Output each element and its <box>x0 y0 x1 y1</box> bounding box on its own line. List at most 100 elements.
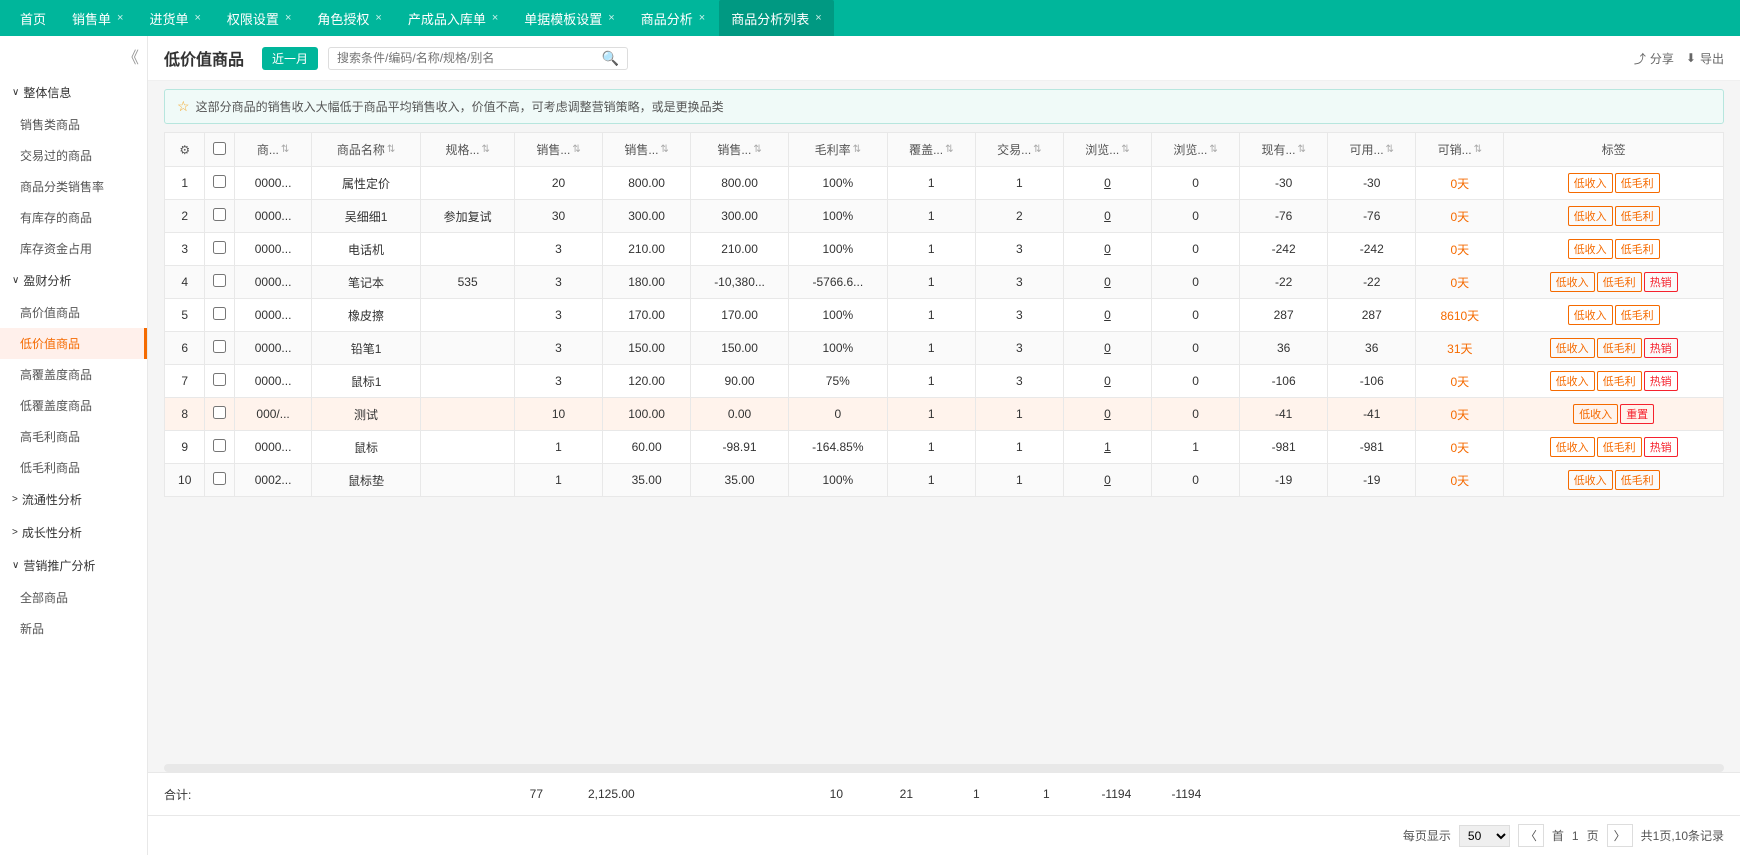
sidebar-section-liquidity: > 流通性分析 <box>0 483 147 516</box>
sidebar-section-title-liquidity[interactable]: > 流通性分析 <box>0 483 147 516</box>
nav-tab-sales[interactable]: 销售单 × <box>60 0 135 36</box>
nav-tab-purchase[interactable]: 进货单 × <box>137 0 212 36</box>
sidebar-item-new-goods[interactable]: 新品 <box>0 613 147 644</box>
row-name: 铅笔1 <box>311 332 421 365</box>
select-all-checkbox[interactable] <box>213 142 226 155</box>
date-filter-button[interactable]: 近一月 <box>262 47 318 70</box>
sidebar-item-low-margin[interactable]: 低毛利商品 <box>0 452 147 483</box>
row-tags: 低收入低毛利 <box>1504 233 1724 266</box>
browse-link[interactable]: 0 <box>1104 341 1111 355</box>
nav-tab-permissions[interactable]: 权限设置 × <box>215 0 303 36</box>
row-checkbox[interactable] <box>213 274 226 287</box>
row-sales-cost: 210.00 <box>691 233 789 266</box>
nav-tab-product-analysis-list[interactable]: 商品分析列表 × <box>719 0 833 36</box>
row-tags: 低收入低毛利 <box>1504 299 1724 332</box>
row-code: 000/... <box>235 398 311 431</box>
share-icon: ⤴ <box>1634 50 1646 67</box>
col-settings[interactable]: ⚙ <box>165 133 205 167</box>
browse-link[interactable]: 1 <box>1104 440 1111 454</box>
sidebar-item-traded-goods[interactable]: 交易过的商品 <box>0 140 147 171</box>
sidebar-item-sales-goods[interactable]: 销售类商品 <box>0 109 147 140</box>
share-button[interactable]: ⤴ 分享 <box>1634 50 1674 67</box>
close-icon[interactable]: × <box>117 12 123 24</box>
sidebar-collapse-button[interactable]: 《 <box>123 44 139 68</box>
browse-link[interactable]: 0 <box>1104 374 1111 388</box>
export-button[interactable]: ⬇ 导出 <box>1686 50 1724 67</box>
sort-icon[interactable]: ⇅ <box>481 144 489 155</box>
sidebar-item-category-rate[interactable]: 商品分类销售率 <box>0 171 147 202</box>
sidebar-section-title-profit[interactable]: ∨ 盈财分析 <box>0 264 147 297</box>
close-icon[interactable]: × <box>699 12 705 24</box>
row-coverage: 1 <box>887 299 975 332</box>
sidebar-item-high-value[interactable]: 高价值商品 <box>0 297 147 328</box>
close-icon[interactable]: × <box>492 12 498 24</box>
search-input[interactable] <box>337 51 598 65</box>
sidebar-item-high-coverage[interactable]: 高覆盖度商品 <box>0 359 147 390</box>
row-checkbox[interactable] <box>213 406 226 419</box>
sort-icon[interactable]: ⇅ <box>945 144 953 155</box>
close-icon[interactable]: × <box>815 12 821 24</box>
row-checkbox[interactable] <box>213 439 226 452</box>
sidebar-section-title-overall[interactable]: ∨ 整体信息 <box>0 76 147 109</box>
browse-link[interactable]: 0 <box>1104 473 1111 487</box>
sort-icon[interactable]: ⇅ <box>853 144 861 155</box>
row-checkbox[interactable] <box>213 373 226 386</box>
sort-icon[interactable]: ⇅ <box>1209 144 1217 155</box>
sort-icon[interactable]: ⇅ <box>1033 144 1041 155</box>
nav-tab-roles[interactable]: 角色授权 × <box>305 0 393 36</box>
browse-link[interactable]: 0 <box>1104 275 1111 289</box>
row-sales-cost: -10,380... <box>691 266 789 299</box>
sidebar-item-high-margin[interactable]: 高毛利商品 <box>0 421 147 452</box>
sort-icon[interactable]: ⇅ <box>1386 144 1394 155</box>
browse-link[interactable]: 0 <box>1104 407 1111 421</box>
row-available: -41 <box>1328 398 1416 431</box>
row-checkbox[interactable] <box>213 175 226 188</box>
close-icon[interactable]: × <box>285 12 291 24</box>
row-checkbox-cell <box>205 332 235 365</box>
sidebar-item-stock-capital[interactable]: 库存资金占用 <box>0 233 147 264</box>
sidebar-section-title-marketing[interactable]: ∨ 营销推广分析 <box>0 549 147 582</box>
row-checkbox[interactable] <box>213 340 226 353</box>
next-page-button[interactable]: 〉 <box>1607 824 1633 847</box>
nav-tab-product-analysis[interactable]: 商品分析 × <box>629 0 717 36</box>
row-checkbox[interactable] <box>213 208 226 221</box>
sort-icon[interactable]: ⇅ <box>387 144 395 155</box>
top-navigation: 首页 销售单 × 进货单 × 权限设置 × 角色授权 × 产成品入库单 × 单据… <box>0 0 1740 36</box>
nav-home[interactable]: 首页 <box>8 0 58 36</box>
close-icon[interactable]: × <box>608 12 614 24</box>
per-page-select[interactable]: 50 10 20 100 <box>1459 825 1510 847</box>
nav-tab-template[interactable]: 单据模板设置 × <box>512 0 626 36</box>
browse-link[interactable]: 0 <box>1104 176 1111 190</box>
sort-icon[interactable]: ⇅ <box>1297 144 1305 155</box>
sort-icon[interactable]: ⇅ <box>753 144 761 155</box>
browse-link[interactable]: 0 <box>1104 308 1111 322</box>
row-checkbox[interactable] <box>213 472 226 485</box>
sidebar-item-low-coverage[interactable]: 低覆盖度商品 <box>0 390 147 421</box>
nav-tab-warehouse[interactable]: 产成品入库单 × <box>396 0 510 36</box>
sidebar-item-all-goods[interactable]: 全部商品 <box>0 582 147 613</box>
sort-icon[interactable]: ⇅ <box>660 144 668 155</box>
sort-icon[interactable]: ⇅ <box>572 144 580 155</box>
sort-icon[interactable]: ⇅ <box>1121 144 1129 155</box>
total-coverage: 10 <box>801 781 871 807</box>
total-sales-amt: 2,125.00 <box>571 781 651 807</box>
search-icon[interactable]: 🔍 <box>602 50 619 67</box>
browse-link[interactable]: 0 <box>1104 242 1111 256</box>
row-current-stock: -981 <box>1240 431 1328 464</box>
row-sales-amt: 800.00 <box>603 167 691 200</box>
row-sales-amt: 210.00 <box>603 233 691 266</box>
browse-link[interactable]: 0 <box>1104 209 1111 223</box>
row-spec <box>421 167 515 200</box>
sidebar-item-low-value[interactable]: 低价值商品 <box>0 328 147 359</box>
row-checkbox[interactable] <box>213 307 226 320</box>
sort-icon[interactable]: ⇅ <box>1474 144 1482 155</box>
sidebar-section-title-growth[interactable]: > 成长性分析 <box>0 516 147 549</box>
sidebar-item-stock-goods[interactable]: 有库存的商品 <box>0 202 147 233</box>
sidebar-section-marketing: ∨ 营销推广分析 全部商品 新品 <box>0 549 147 644</box>
close-icon[interactable]: × <box>375 12 381 24</box>
sort-icon[interactable]: ⇅ <box>281 144 289 155</box>
close-icon[interactable]: × <box>194 12 200 24</box>
row-checkbox[interactable] <box>213 241 226 254</box>
row-sales-cost: 170.00 <box>691 299 789 332</box>
first-page-button[interactable]: 〈 <box>1518 824 1544 847</box>
